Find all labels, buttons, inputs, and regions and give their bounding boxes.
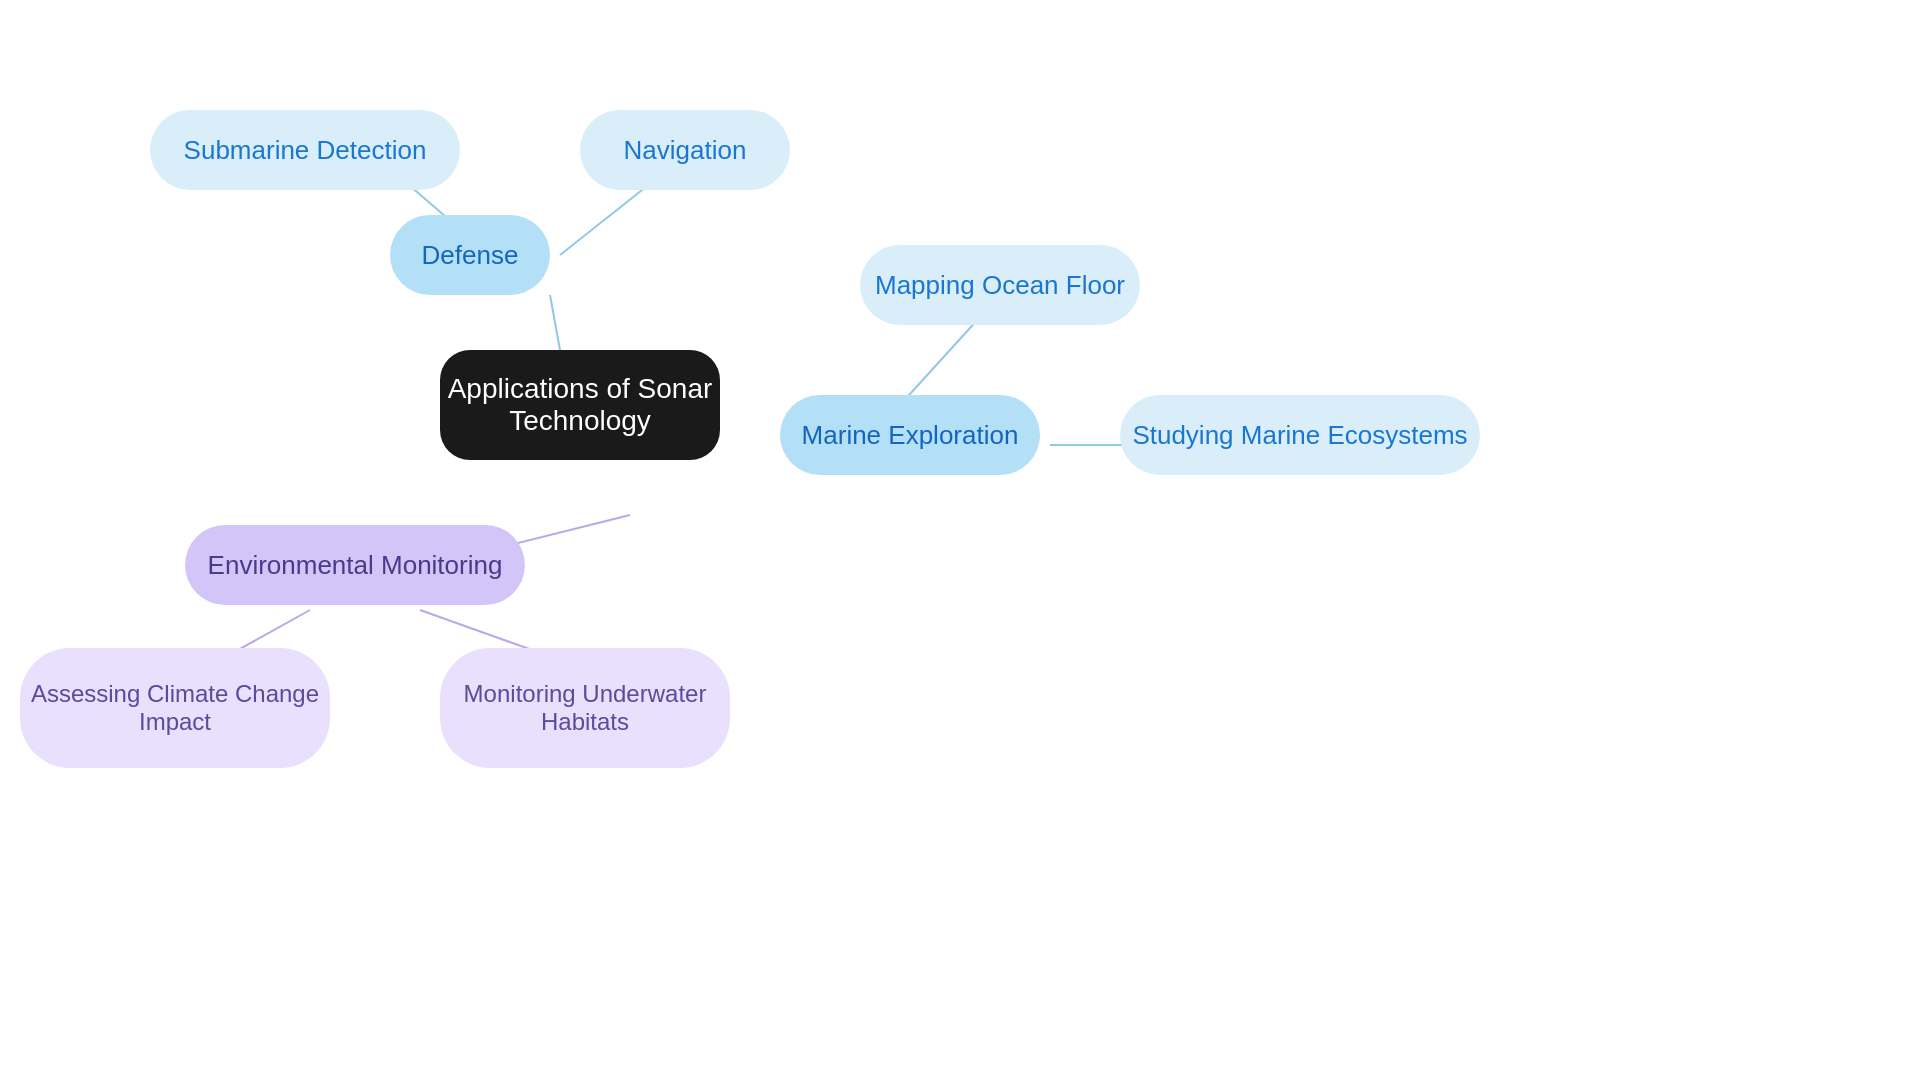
center-node[interactable]: Applications of Sonar Technology: [440, 350, 720, 460]
studying-label: Studying Marine Ecosystems: [1132, 420, 1467, 451]
env-monitoring-node[interactable]: Environmental Monitoring: [185, 525, 525, 605]
env-monitoring-label: Environmental Monitoring: [208, 550, 503, 581]
defense-label: Defense: [422, 240, 519, 271]
navigation-node[interactable]: Navigation: [580, 110, 790, 190]
studying-node[interactable]: Studying Marine Ecosystems: [1120, 395, 1480, 475]
center-label: Applications of Sonar Technology: [440, 373, 720, 437]
marine-exploration-node[interactable]: Marine Exploration: [780, 395, 1040, 475]
mapping-node[interactable]: Mapping Ocean Floor: [860, 245, 1140, 325]
submarine-node[interactable]: Submarine Detection: [150, 110, 460, 190]
navigation-label: Navigation: [624, 135, 747, 166]
underwater-label: Monitoring Underwater Habitats: [440, 680, 730, 736]
marine-exploration-label: Marine Exploration: [802, 420, 1019, 451]
defense-node[interactable]: Defense: [390, 215, 550, 295]
submarine-label: Submarine Detection: [184, 135, 427, 166]
mapping-label: Mapping Ocean Floor: [875, 270, 1125, 301]
climate-node[interactable]: Assessing Climate Change Impact: [20, 648, 330, 768]
climate-label: Assessing Climate Change Impact: [20, 680, 330, 736]
underwater-node[interactable]: Monitoring Underwater Habitats: [440, 648, 730, 768]
